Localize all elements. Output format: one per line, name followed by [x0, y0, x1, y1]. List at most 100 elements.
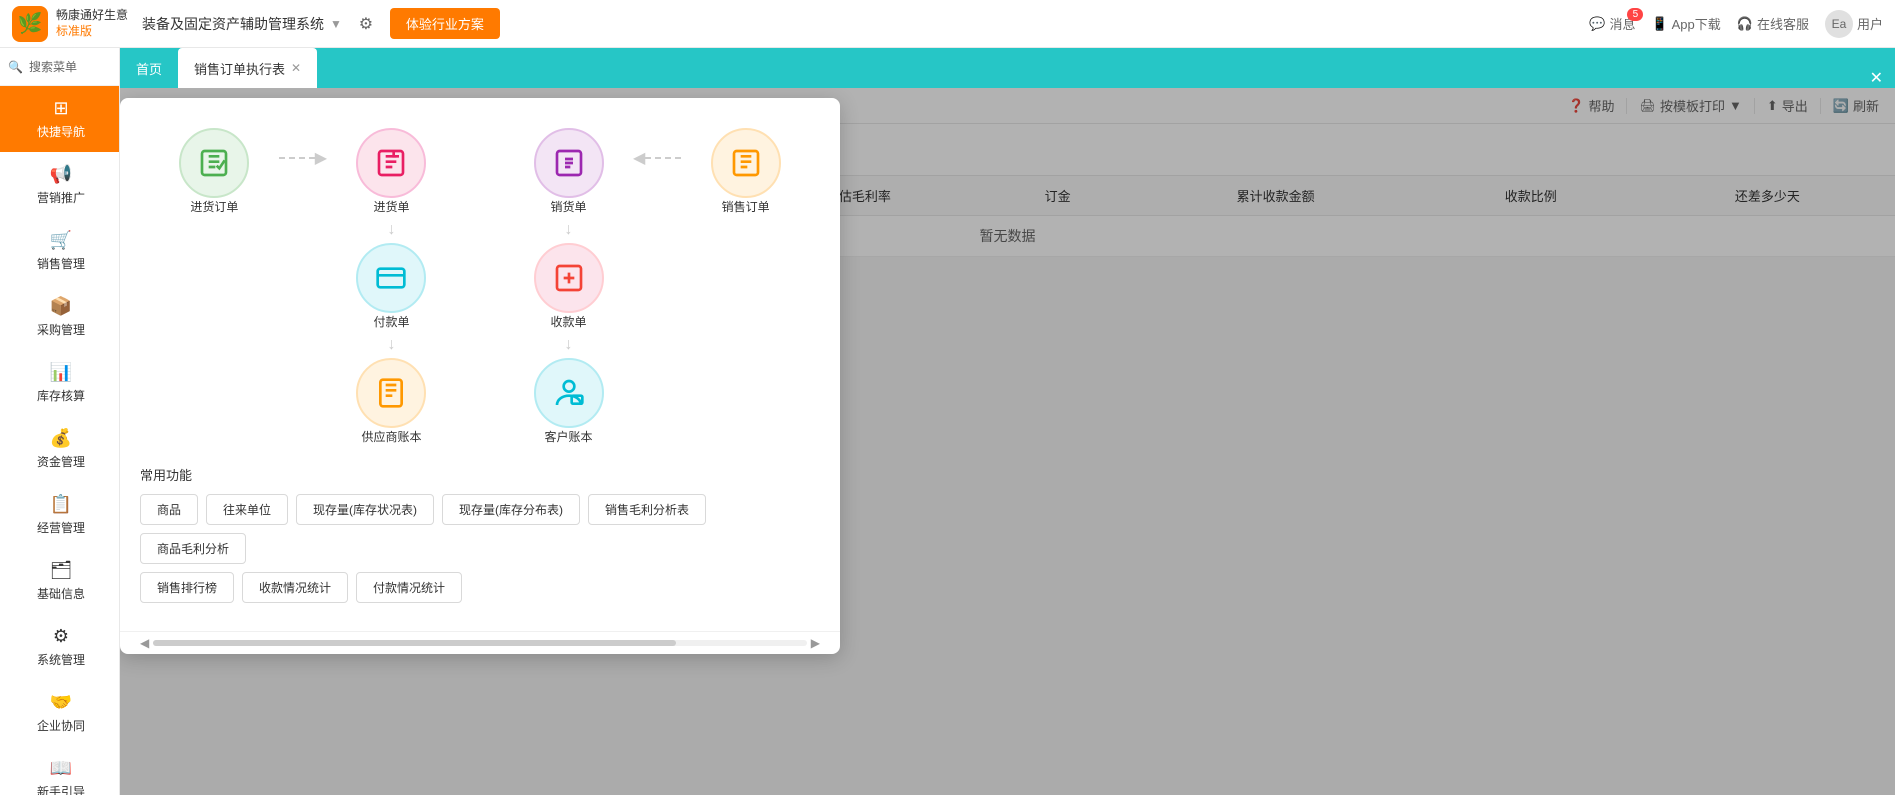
s4	[633, 336, 810, 354]
sidebar-item-operation[interactable]: 📋 经营管理	[0, 482, 119, 548]
purchase-bill-circle[interactable]	[356, 128, 426, 198]
flow-col-sales-bill: 销货单	[504, 128, 633, 215]
experience-btn[interactable]: 体验行业方案	[390, 8, 500, 39]
flow-arrows-row: ↓ ↓	[150, 221, 810, 239]
flow-col-purchase-order: 进货订单	[150, 128, 279, 215]
search-icon: 🔍	[8, 60, 23, 74]
sidebar-item-finance[interactable]: 💰 资金管理	[0, 416, 119, 482]
close-all-tabs[interactable]: ✕	[1858, 68, 1895, 88]
inventory-icon: 📊	[50, 362, 72, 383]
func-btn-payment-stats[interactable]: 付款情况统计	[356, 572, 462, 603]
finance-icon: 💰	[50, 428, 72, 449]
func-btn-product-profit[interactable]: 商品毛利分析	[140, 533, 246, 564]
supplier-ledger-circle[interactable]	[356, 358, 426, 428]
flow-arrows-row2: ↓ ↓	[150, 336, 810, 354]
down-arrow-sales: ↓	[504, 221, 633, 239]
function-buttons-row2: 销售排行榜 收款情况统计 付款情况统计	[140, 572, 820, 603]
func-btn-stock-status[interactable]: 现存量(库存状况表)	[296, 494, 434, 525]
tab-home[interactable]: 首页	[120, 48, 178, 88]
app-download-btn[interactable]: 📱 App下载	[1651, 14, 1720, 33]
user-menu[interactable]: Ea 用户	[1825, 10, 1883, 38]
down-arrow-purchase: ↓	[327, 221, 456, 239]
customer-ledger-label: 客户账本	[545, 428, 593, 445]
sidebar-item-newbie[interactable]: 📖 新手引导	[0, 746, 119, 795]
function-buttons-row1: 商品 往来单位 现存量(库存状况表) 现存量(库存分布表) 销售毛利分析表 商品…	[140, 494, 820, 564]
payment-bill-circle[interactable]	[356, 243, 426, 313]
sales-bill-label: 销货单	[551, 198, 587, 215]
service-icon: 🎧	[1737, 16, 1753, 32]
purchase-bill-label: 进货单	[373, 198, 409, 215]
sidebar-item-inventory[interactable]: 📊 库存核算	[0, 350, 119, 416]
sales-order-label: 销售订单	[722, 198, 770, 215]
receipt-bill-circle[interactable]	[534, 243, 604, 313]
logo-text: 畅康通好生意 标准版	[56, 8, 128, 39]
top-bar: 🌿 畅康通好生意 标准版 装备及固定资产辅助管理系统 ▼ ⚙ 体验行业方案 💬 …	[0, 0, 1895, 48]
sidebar-item-purchase[interactable]: 📦 采购管理	[0, 284, 119, 350]
sidebar-item-marketing[interactable]: 📢 营销推广	[0, 152, 119, 218]
dropdown-arrow-icon[interactable]: ▼	[330, 17, 342, 31]
purchase-order-circle[interactable]	[179, 128, 249, 198]
flow-diagram-area: 进货订单 ▶	[120, 98, 840, 455]
supplier-ledger-label: 供应商账本	[361, 428, 421, 445]
func-btn-sales-rank[interactable]: 销售排行榜	[140, 572, 234, 603]
logo-area: 🌿 畅康通好生意 标准版	[12, 6, 132, 42]
func-btn-partner[interactable]: 往来单位	[206, 494, 288, 525]
popup: 进货订单 ▶	[120, 98, 840, 654]
purchase-icon: 📦	[50, 296, 72, 317]
settings-icon[interactable]: ⚙	[352, 10, 380, 38]
overlay[interactable]: 进货订单 ▶	[120, 88, 1895, 795]
purchase-order-label: 进货订单	[190, 198, 238, 215]
top-bar-right: 💬 消息 5 📱 App下载 🎧 在线客服 Ea 用户	[1589, 10, 1883, 38]
online-service-btn[interactable]: 🎧 在线客服	[1737, 14, 1809, 33]
down-arrow-receipt: ↓	[504, 336, 633, 354]
scroll-thumb	[153, 640, 676, 646]
s2	[279, 336, 327, 354]
content-area: ❓ 帮助 🖨 按模板打印 ▼ ⬆ 导出	[120, 88, 1895, 795]
tab-close-icon[interactable]: ✕	[291, 61, 301, 75]
func-btn-receipt-stats[interactable]: 收款情况统计	[242, 572, 348, 603]
flow-col-supplier: 供应商账本	[327, 358, 456, 445]
scroll-right-arrow[interactable]: ▶	[811, 636, 820, 650]
main-area: 🔍 搜索菜单 ⊞ 快捷导航 📢 营销推广 🛒 销售管理 📦 采购管理 📊	[0, 48, 1895, 795]
payment-bill-label: 付款单	[373, 313, 409, 330]
s1	[150, 336, 279, 354]
page-content: 首页 销售订单执行表 ✕ ✕ ❓ 帮助 🖨	[120, 48, 1895, 795]
func-btn-product[interactable]: 商品	[140, 494, 198, 525]
sidebar-item-quick-nav[interactable]: ⊞ 快捷导航	[0, 86, 119, 152]
spacer1	[150, 221, 279, 239]
flow-row1: 进货订单 ▶	[150, 128, 810, 215]
s3	[456, 336, 504, 354]
system-title: 装备及固定资产辅助管理系统 ▼	[142, 14, 342, 34]
arrow-2: ◀	[633, 128, 681, 168]
common-functions: 常用功能 商品 往来单位 现存量(库存状况表) 现存量(库存分布表) 销售毛利分…	[120, 455, 840, 631]
sidebar-search[interactable]: 🔍 搜索菜单	[0, 48, 119, 86]
quick-nav-icon: ⊞	[53, 98, 68, 119]
flow-row3: 供应商账本	[150, 358, 810, 445]
func-btn-sales-profit[interactable]: 销售毛利分析表	[588, 494, 706, 525]
sales-bill-circle[interactable]	[534, 128, 604, 198]
message-badge: 5	[1627, 8, 1643, 21]
sales-order-circle[interactable]	[711, 128, 781, 198]
system-icon: ⚙	[53, 626, 69, 647]
message-btn[interactable]: 💬 消息 5	[1589, 14, 1635, 33]
sidebar-item-system[interactable]: ⚙ 系统管理	[0, 614, 119, 680]
customer-ledger-circle[interactable]	[534, 358, 604, 428]
spacer3	[456, 221, 504, 239]
tab-sales-order[interactable]: 销售订单执行表 ✕	[178, 48, 317, 88]
sales-icon: 🛒	[50, 230, 72, 251]
func-btn-stock-dist[interactable]: 现存量(库存分布表)	[442, 494, 580, 525]
logo-icon: 🌿	[12, 6, 48, 42]
sidebar-item-enterprise[interactable]: 🤝 企业协同	[0, 680, 119, 746]
message-icon: 💬	[1589, 16, 1605, 32]
sidebar-item-basic[interactable]: 🗂 基础信息	[0, 548, 119, 614]
arrow-1: ▶	[279, 128, 327, 168]
popup-scroll: ◀ ▶	[120, 631, 840, 654]
scroll-left-arrow[interactable]: ◀	[140, 636, 149, 650]
avatar: Ea	[1825, 10, 1853, 38]
spacer2	[279, 221, 327, 239]
scroll-track[interactable]	[153, 640, 807, 646]
flow-col-purchase-bill: 进货单	[327, 128, 456, 215]
marketing-icon: 📢	[50, 164, 72, 185]
flow-col-sales-order: 销售订单	[681, 128, 810, 215]
sidebar-item-sales[interactable]: 🛒 销售管理	[0, 218, 119, 284]
